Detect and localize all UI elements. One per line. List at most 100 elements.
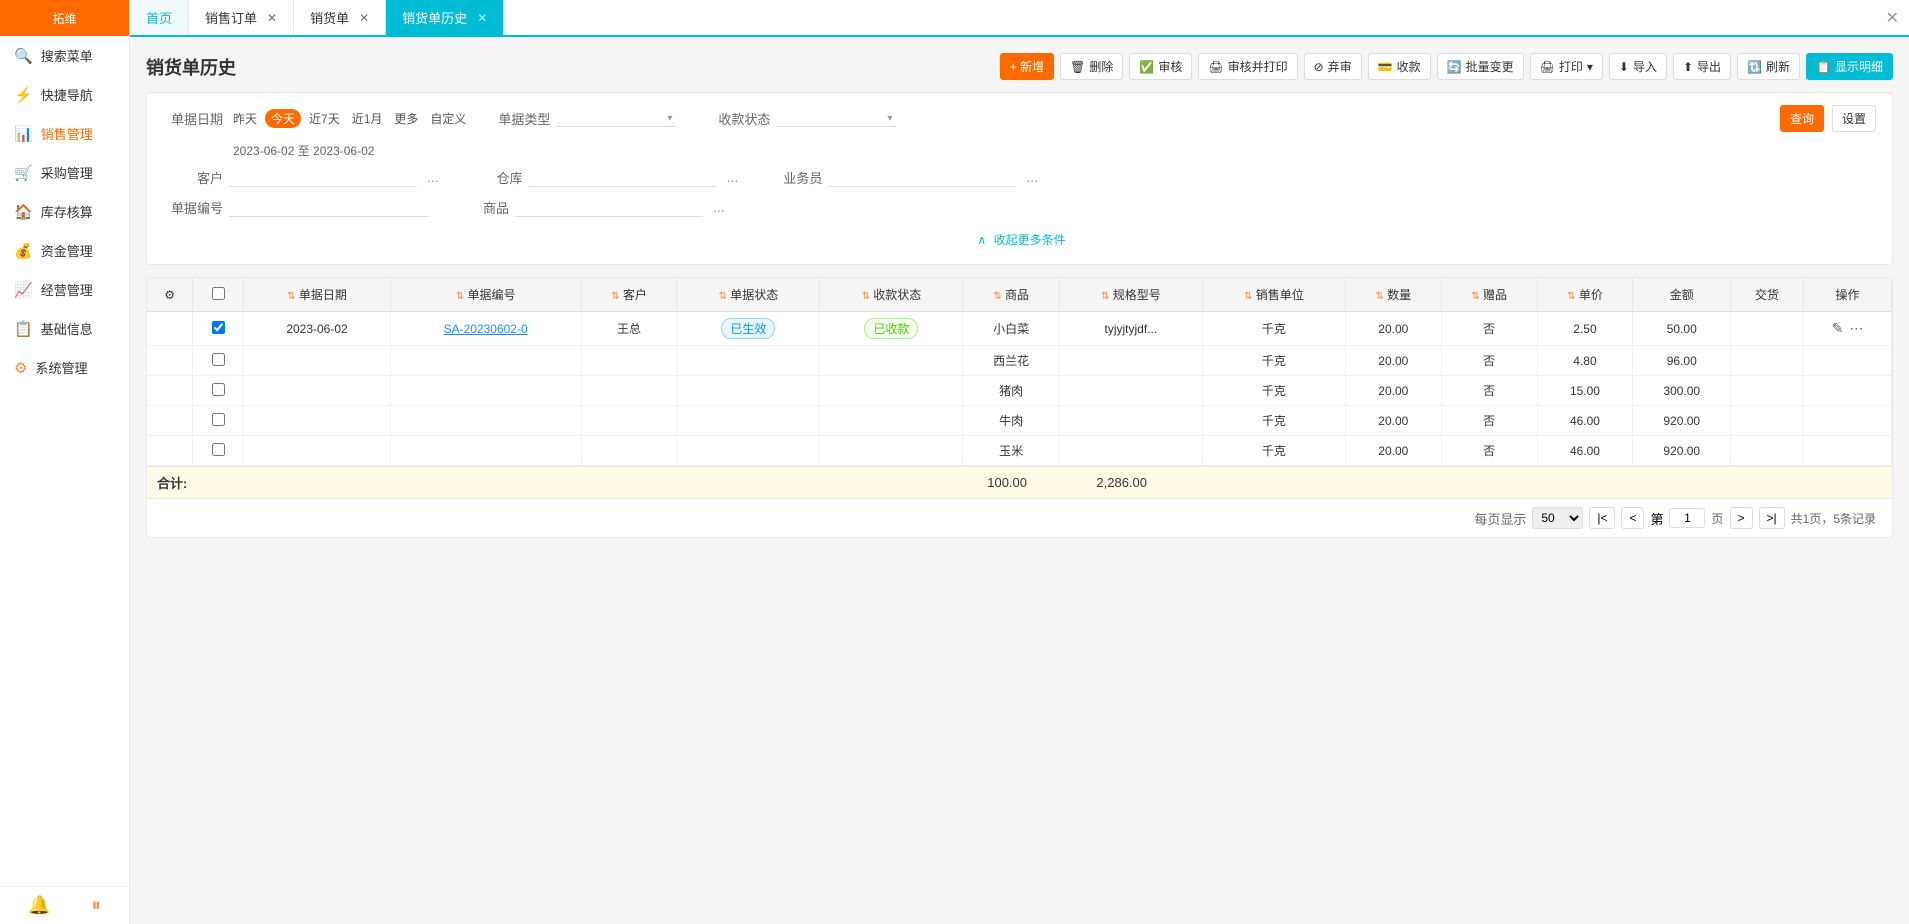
- cell-spec: tyjyjtyjdf...: [1059, 312, 1202, 346]
- tab-bar-close-btn[interactable]: ✕: [1886, 8, 1899, 28]
- cell-qty: 20.00: [1345, 346, 1441, 376]
- page-label-before: 第: [1650, 509, 1663, 528]
- row-checkbox[interactable]: [212, 443, 225, 456]
- import-button[interactable]: ⬇ 导入: [1609, 53, 1667, 80]
- agent-input[interactable]: [828, 167, 1016, 187]
- page-content: 销货单历史 + 新增 🗑 删除 ✅ 审核 🖨 审核并打印 ⊘ 弃审: [130, 37, 1909, 924]
- row-checkbox[interactable]: [212, 353, 225, 366]
- tab-sales-history[interactable]: 销货单历史 ✕: [386, 0, 504, 35]
- goods-ellipsis[interactable]: ...: [709, 199, 729, 215]
- cart-icon: 🛒: [14, 164, 33, 182]
- new-button[interactable]: + 新增: [1000, 53, 1054, 80]
- payment-status-label: 收款状态: [710, 109, 770, 128]
- cell-payment-status: [820, 406, 963, 436]
- row-checkbox[interactable]: [212, 413, 225, 426]
- settings-button[interactable]: 设置: [1832, 105, 1876, 132]
- tab-sales-order-close[interactable]: ✕: [267, 11, 277, 25]
- cell-checkbox[interactable]: [193, 436, 244, 466]
- delete-button[interactable]: 🗑 删除: [1060, 53, 1123, 80]
- prev-page-btn[interactable]: <: [1621, 507, 1644, 529]
- sidebar-item-finance[interactable]: 💰 资金管理: [0, 231, 129, 270]
- col-gear[interactable]: ⚙: [147, 278, 193, 312]
- cell-gift: 否: [1441, 346, 1537, 376]
- tab-sales-goods[interactable]: 销货单 ✕: [294, 0, 386, 35]
- sort-icon: ⇅: [1375, 291, 1383, 302]
- refresh-button[interactable]: 🔃 刷新: [1737, 53, 1800, 80]
- export-button[interactable]: ⬆ 导出: [1673, 53, 1731, 80]
- col-checkbox[interactable]: [193, 278, 244, 312]
- doc-type-arrow: ▾: [667, 113, 672, 124]
- pause-btn[interactable]: ⏸: [92, 895, 101, 916]
- sidebar-item-inventory[interactable]: 🏠 库存核算: [0, 192, 129, 231]
- page-input[interactable]: [1669, 508, 1705, 528]
- cell-delivery: [1731, 312, 1804, 346]
- shortcut-1month[interactable]: 近1月: [348, 109, 387, 128]
- shortcut-today[interactable]: 今天: [265, 109, 301, 128]
- row-checkbox[interactable]: [212, 321, 225, 334]
- last-page-btn[interactable]: >|: [1759, 507, 1785, 529]
- tab-home[interactable]: 首页: [130, 0, 189, 35]
- sort-icon: ⇅: [1471, 291, 1479, 302]
- shortcut-7days[interactable]: 近7天: [305, 109, 344, 128]
- shortcut-more[interactable]: 更多: [390, 109, 422, 128]
- cell-checkbox[interactable]: [193, 406, 244, 436]
- collapse-button[interactable]: ∧ 收起更多条件: [163, 227, 1876, 252]
- select-all-checkbox[interactable]: [212, 287, 225, 300]
- delete-icon: 🗑: [1070, 60, 1085, 74]
- print-button[interactable]: 🖨 打印 ▾: [1530, 53, 1603, 80]
- cell-qty: 20.00: [1345, 376, 1441, 406]
- warehouse-input[interactable]: [529, 167, 717, 187]
- agent-ellipsis[interactable]: ...: [1022, 169, 1042, 185]
- sort-icon: ⇅: [993, 291, 1001, 302]
- sidebar-item-operations[interactable]: 📈 经营管理: [0, 270, 129, 309]
- sidebar-item-basic-info[interactable]: 📋 基础信息: [0, 309, 129, 348]
- doc-no-link[interactable]: SA-20230602-0: [444, 322, 528, 336]
- next-page-btn[interactable]: >: [1730, 507, 1753, 529]
- batch-change-button[interactable]: 🔄 批量变更: [1437, 53, 1524, 80]
- cell-price: 15.00: [1537, 376, 1633, 406]
- shortcut-yesterday[interactable]: 昨天: [229, 109, 261, 128]
- warehouse-ellipsis[interactable]: ...: [723, 169, 743, 185]
- audit-print-button[interactable]: 🖨 审核并打印: [1198, 53, 1297, 80]
- cell-checkbox[interactable]: [193, 376, 244, 406]
- tab-sales-goods-close[interactable]: ✕: [359, 11, 369, 25]
- goods-input[interactable]: [515, 197, 703, 217]
- sidebar-item-sales-mgmt[interactable]: 📊 销售管理: [0, 114, 129, 153]
- cell-checkbox[interactable]: [193, 312, 244, 346]
- payment-status-select[interactable]: ▾: [776, 111, 896, 127]
- sidebar-item-sys-admin[interactable]: ⚙ 系统管理: [0, 348, 129, 387]
- sidebar-item-search-menu[interactable]: 🔍 搜索菜单: [0, 36, 129, 75]
- cell-doc-date: [244, 406, 390, 436]
- cell-delivery: [1731, 346, 1804, 376]
- display-button[interactable]: 📋 显示明细: [1806, 53, 1893, 80]
- cell-checkbox[interactable]: [193, 346, 244, 376]
- tab-sales-history-close[interactable]: ✕: [477, 11, 487, 25]
- doc-type-select[interactable]: ▾: [556, 111, 676, 127]
- collect-button[interactable]: 💳 收款: [1368, 53, 1431, 80]
- search-icon: 🔍: [14, 47, 33, 65]
- sidebar-item-label: 搜索菜单: [41, 46, 93, 65]
- doc-no-input[interactable]: [229, 197, 429, 217]
- notification-btn[interactable]: 🔔: [28, 895, 50, 916]
- customer-input[interactable]: [229, 167, 417, 187]
- customer-ellipsis[interactable]: ...: [423, 169, 443, 185]
- tab-sales-goods-label: 销货单: [310, 8, 349, 27]
- cell-goods: 西兰花: [963, 346, 1059, 376]
- first-page-btn[interactable]: |<: [1589, 507, 1615, 529]
- audit-button[interactable]: ✅ 审核: [1129, 53, 1192, 80]
- query-button[interactable]: 查询: [1780, 105, 1824, 132]
- tab-sales-order[interactable]: 销售订单 ✕: [189, 0, 294, 35]
- footer-label: 合计:: [157, 473, 207, 492]
- table-row: 猪肉 千克 20.00 否 15.00 300.00: [147, 376, 1892, 406]
- sidebar-item-quick-nav[interactable]: ⚡ 快捷导航: [0, 75, 129, 114]
- page-size-select[interactable]: 50 20 100: [1532, 507, 1583, 529]
- col-payment-status: ⇅ 收款状态: [820, 278, 963, 312]
- edit-icon[interactable]: ✎: [1832, 320, 1844, 337]
- cell-unit: 千克: [1202, 406, 1345, 436]
- cell-goods: 猪肉: [963, 376, 1059, 406]
- sidebar-item-purchase-mgmt[interactable]: 🛒 采购管理: [0, 153, 129, 192]
- more-icon[interactable]: ⋯: [1849, 320, 1863, 337]
- shortcut-custom[interactable]: 自定义: [426, 109, 470, 128]
- abandon-button[interactable]: ⊘ 弃审: [1304, 53, 1362, 80]
- row-checkbox[interactable]: [212, 383, 225, 396]
